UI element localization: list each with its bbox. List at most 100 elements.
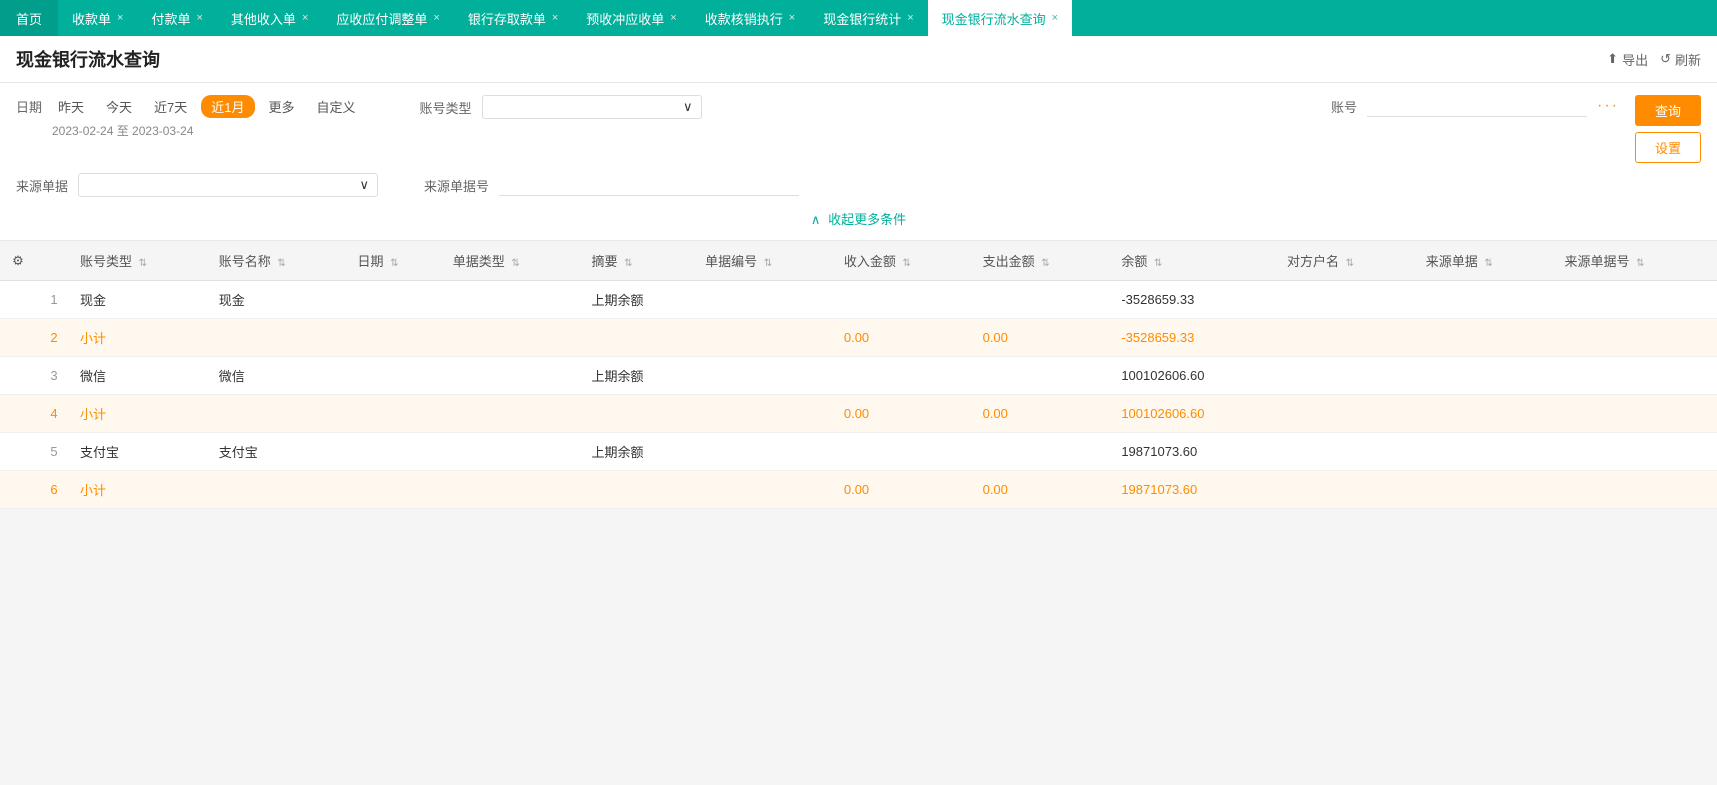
sort-icon: ⇅ <box>764 258 772 269</box>
date-range-display: 2023-02-24 至 2023-03-24 <box>52 124 193 138</box>
table-cell <box>445 319 584 357</box>
source-doc-no-input[interactable] <box>499 174 799 196</box>
close-icon[interactable]: × <box>552 12 558 24</box>
data-table-container: ⚙ 账号类型 ⇅ 账号名称 ⇅ 日期 ⇅ 单据类型 ⇅ <box>0 241 1717 509</box>
nav-home[interactable]: 首页 <box>0 0 58 36</box>
setting-button[interactable]: 设置 <box>1635 132 1701 163</box>
table-header-row: ⚙ 账号类型 ⇅ 账号名称 ⇅ 日期 ⇅ 单据类型 ⇅ <box>0 241 1717 281</box>
table-cell: 0.00 <box>975 471 1114 509</box>
close-icon[interactable]: × <box>433 12 439 24</box>
nav-tab-shoukuandan[interactable]: 收款单 × <box>58 0 137 36</box>
column-doc-no[interactable]: 单据编号 ⇅ <box>697 241 836 281</box>
chevron-down-icon: ∨ <box>683 99 693 115</box>
close-icon[interactable]: × <box>907 12 913 24</box>
table-cell: 上期余额 <box>583 281 697 319</box>
column-doc-type[interactable]: 单据类型 ⇅ <box>445 241 584 281</box>
refresh-icon: ↺ <box>1660 51 1671 67</box>
table-cell <box>1556 433 1717 471</box>
refresh-button[interactable]: ↺ 刷新 <box>1660 50 1701 69</box>
close-icon[interactable]: × <box>302 12 308 24</box>
sort-icon: ⇅ <box>1636 258 1644 269</box>
account-ellipsis-button[interactable]: ··· <box>1597 97 1619 115</box>
column-date[interactable]: 日期 ⇅ <box>349 241 444 281</box>
table-cell: 0.00 <box>975 395 1114 433</box>
table-cell <box>445 433 584 471</box>
page-title: 现金银行流水查询 <box>16 46 160 72</box>
table-cell <box>836 281 975 319</box>
table-cell <box>211 319 350 357</box>
source-doc-select[interactable]: ∨ <box>78 173 378 197</box>
table-cell <box>1279 395 1418 433</box>
table-cell <box>349 281 444 319</box>
close-icon[interactable]: × <box>1052 12 1058 24</box>
sort-icon: ⇅ <box>624 258 632 269</box>
table-cell <box>697 433 836 471</box>
table-cell <box>211 395 350 433</box>
date-opt-custom[interactable]: 自定义 <box>309 95 364 118</box>
table-cell: -3528659.33 <box>1113 281 1279 319</box>
gear-icon[interactable]: ⚙ <box>12 253 24 268</box>
nav-tab-qitashourudan[interactable]: 其他收入单 × <box>217 0 322 36</box>
table-cell: 3 <box>36 357 72 395</box>
table-cell: 1 <box>36 281 72 319</box>
table-cell <box>445 471 584 509</box>
table-cell <box>1418 319 1557 357</box>
table-cell: 19871073.60 <box>1113 433 1279 471</box>
column-summary[interactable]: 摘要 ⇅ <box>583 241 697 281</box>
collapse-bar[interactable]: ∧ 收起更多条件 <box>16 205 1701 232</box>
date-opt-7days[interactable]: 近7天 <box>146 95 195 118</box>
table-cell <box>1556 319 1717 357</box>
table-cell <box>211 471 350 509</box>
table-cell <box>1279 281 1418 319</box>
table-cell: -3528659.33 <box>1113 319 1279 357</box>
table-cell: 0.00 <box>836 319 975 357</box>
column-balance[interactable]: 余额 ⇅ <box>1113 241 1279 281</box>
column-settings[interactable]: ⚙ <box>0 241 36 281</box>
close-icon[interactable]: × <box>789 12 795 24</box>
date-opt-yesterday[interactable]: 昨天 <box>50 95 92 118</box>
column-account-name[interactable]: 账号名称 ⇅ <box>211 241 350 281</box>
table-cell: 100102606.60 <box>1113 357 1279 395</box>
sort-icon: ⇅ <box>1346 258 1354 269</box>
date-opt-today[interactable]: 今天 <box>98 95 140 118</box>
table-cell <box>583 319 697 357</box>
table-cell: 小计 <box>72 395 211 433</box>
close-icon[interactable]: × <box>670 12 676 24</box>
close-icon[interactable]: × <box>196 12 202 24</box>
nav-tab-xianjinyinhang-tongji[interactable]: 现金银行统计 × <box>809 0 927 36</box>
table-cell: 上期余额 <box>583 433 697 471</box>
query-button[interactable]: 查询 <box>1635 95 1701 126</box>
nav-tab-yushouzhongdan[interactable]: 预收冲应收单 × <box>572 0 690 36</box>
account-type-select[interactable]: ∨ <box>482 95 702 119</box>
nav-tab-fukuandan[interactable]: 付款单 × <box>137 0 216 36</box>
table-cell <box>975 433 1114 471</box>
table-cell: 微信 <box>72 357 211 395</box>
table-cell <box>1279 357 1418 395</box>
table-row: 5支付宝支付宝上期余额19871073.60 <box>0 433 1717 471</box>
table-cell: 19871073.60 <box>1113 471 1279 509</box>
table-cell <box>697 319 836 357</box>
column-counterpart[interactable]: 对方户名 ⇅ <box>1279 241 1418 281</box>
table-cell: 6 <box>36 471 72 509</box>
table-cell <box>975 281 1114 319</box>
close-icon[interactable]: × <box>117 12 123 24</box>
nav-tab-yinhangcunqudan[interactable]: 银行存取款单 × <box>454 0 572 36</box>
column-source-doc[interactable]: 来源单据 ⇅ <box>1418 241 1557 281</box>
nav-tab-yingshouyingfutiaozhendan[interactable]: 应收应付调整单 × <box>322 0 453 36</box>
export-button[interactable]: ⬆ 导出 <box>1607 50 1648 69</box>
date-opt-more[interactable]: 更多 <box>261 95 303 118</box>
nav-tab-shoukuanhexiao[interactable]: 收款核销执行 × <box>691 0 809 36</box>
column-source-doc-no[interactable]: 来源单据号 ⇅ <box>1556 241 1717 281</box>
column-expense[interactable]: 支出金额 ⇅ <box>975 241 1114 281</box>
export-icon: ⬆ <box>1607 51 1618 67</box>
account-input[interactable] <box>1367 95 1587 117</box>
table-cell: 100102606.60 <box>1113 395 1279 433</box>
table-cell <box>1556 357 1717 395</box>
table-cell: 小计 <box>72 319 211 357</box>
table-cell: 现金 <box>211 281 350 319</box>
nav-tab-xianjinyinhang-liushui[interactable]: 现金银行流水查询 × <box>928 0 1072 36</box>
column-account-type[interactable]: 账号类型 ⇅ <box>72 241 211 281</box>
date-opt-1month[interactable]: 近1月 <box>201 95 254 118</box>
column-income[interactable]: 收入金额 ⇅ <box>836 241 975 281</box>
table-cell: 小计 <box>72 471 211 509</box>
